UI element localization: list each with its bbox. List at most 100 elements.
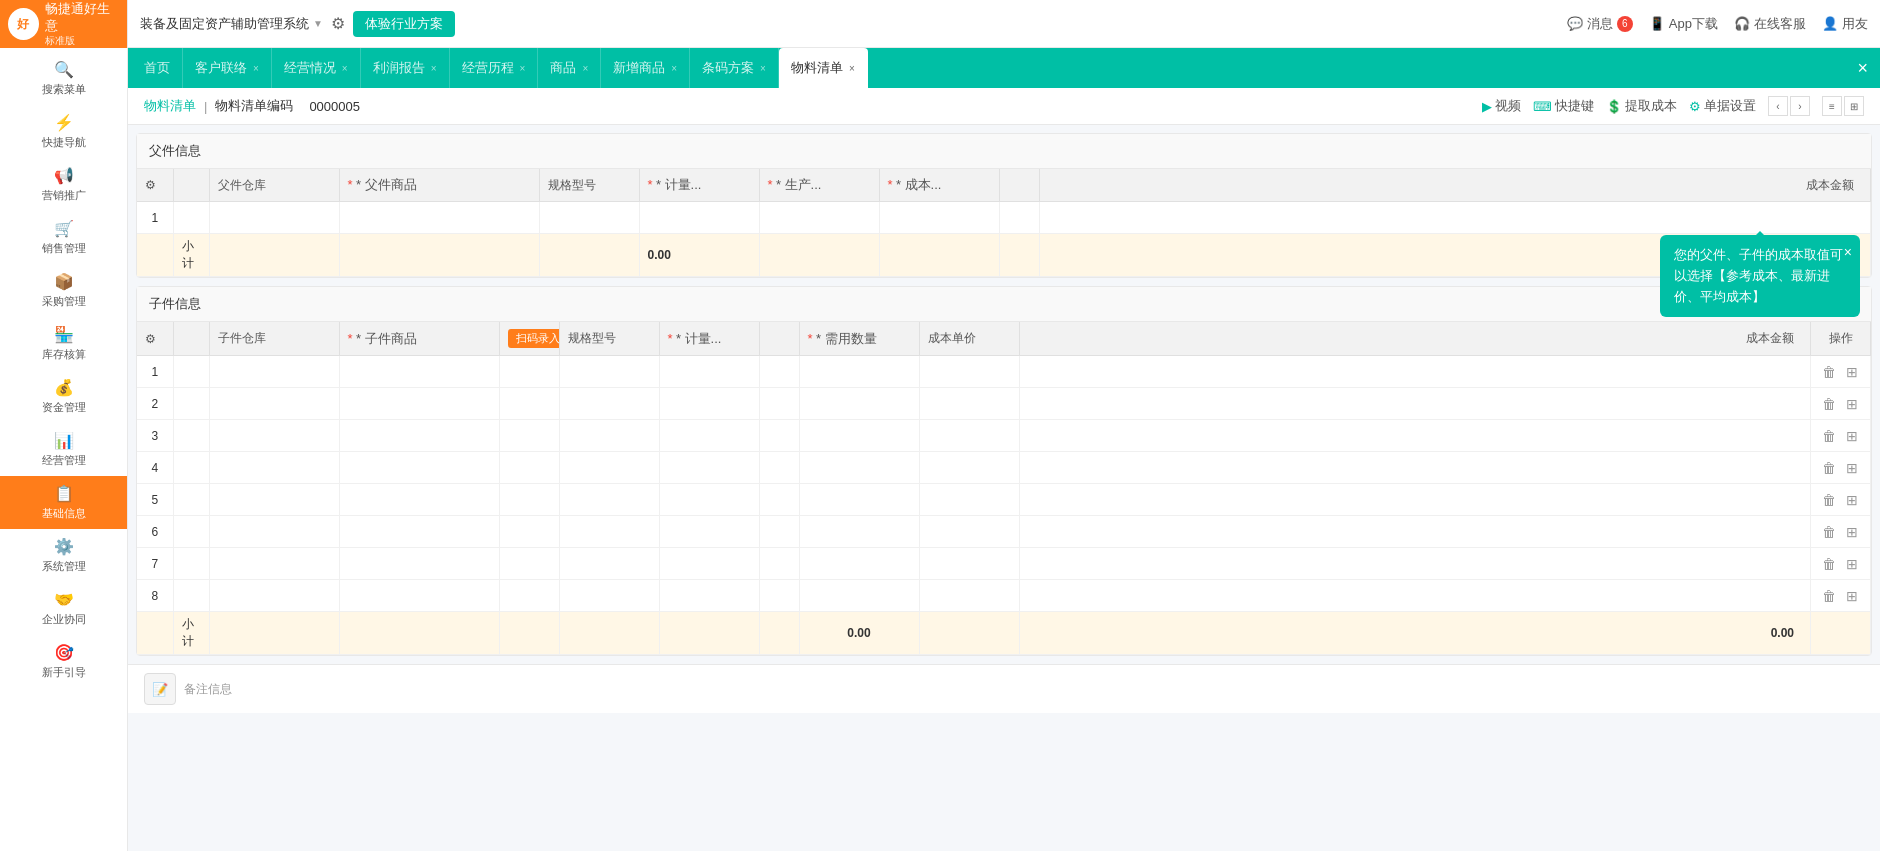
close-all-tabs[interactable]: × (1849, 58, 1876, 79)
list-view-btn[interactable]: ≡ (1822, 96, 1842, 116)
child-row-1-qty[interactable] (799, 356, 919, 388)
system-title[interactable]: 装备及固定资产辅助管理系统 ▼ (140, 15, 323, 33)
parent-subtotal-unit: 0.00 (639, 234, 759, 277)
sidebar-item-purchase[interactable]: 📦 采购管理 (0, 264, 127, 317)
sidebar-item-guide[interactable]: 🎯 新手引导 (0, 635, 127, 688)
copy-row-2-btn[interactable]: ⊞ (1843, 394, 1863, 414)
user-action[interactable]: 👤 用友 (1822, 15, 1868, 33)
copy-row-4-btn[interactable]: ⊞ (1843, 458, 1863, 478)
child-row-1-unit[interactable] (659, 356, 759, 388)
parent-col-warehouse: 父件仓库 (209, 169, 339, 202)
delete-row-8-btn[interactable]: 🗑 (1819, 586, 1839, 606)
grid-view-btn[interactable]: ⊞ (1844, 96, 1864, 116)
child-row-2-num: 2 (137, 388, 173, 420)
delete-row-4-btn[interactable]: 🗑 (1819, 458, 1839, 478)
tab-close-operation-history[interactable]: × (520, 63, 526, 74)
parent-col-goods: * * 父件商品 (339, 169, 539, 202)
tab-close-operation-status[interactable]: × (342, 63, 348, 74)
online-service-action[interactable]: 🎧 在线客服 (1734, 15, 1806, 33)
tooltip-close-btn[interactable]: × (1844, 241, 1852, 263)
sidebar-item-quicknav[interactable]: ⚡ 快捷导航 (0, 105, 127, 158)
delete-row-3-btn[interactable]: 🗑 (1819, 426, 1839, 446)
sidebar-item-enterprise[interactable]: 🤝 企业协同 (0, 582, 127, 635)
delete-row-1-btn[interactable]: 🗑 (1819, 362, 1839, 382)
prev-arrow[interactable]: ‹ (1768, 96, 1788, 116)
breadcrumb-link[interactable]: 物料清单 (144, 97, 196, 115)
shortcut-btn[interactable]: ⌨ 快捷键 (1533, 97, 1594, 115)
operation-icon: 📊 (54, 431, 74, 450)
gear-button[interactable]: ⚙ (331, 14, 345, 33)
app-download-action[interactable]: 📱 App下载 (1649, 15, 1718, 33)
sidebar-item-finance[interactable]: 💰 资金管理 (0, 370, 127, 423)
parent-cell-produce[interactable] (759, 202, 879, 234)
parent-subtotal-label2: 小计 (173, 234, 209, 277)
sidebar-item-operation[interactable]: 📊 经营管理 (0, 423, 127, 476)
tab-material-list[interactable]: 物料清单 × (779, 48, 868, 88)
experience-btn[interactable]: 体验行业方案 (353, 11, 455, 37)
tab-operation-status[interactable]: 经营情况 × (272, 48, 361, 88)
parent-col-unit: * * 计量... (639, 169, 759, 202)
scan-input-btn[interactable]: 扫码录入 (508, 329, 560, 348)
parent-col-spacer (999, 169, 1039, 202)
tab-goods[interactable]: 商品 × (538, 48, 601, 88)
tab-close-customers[interactable]: × (253, 63, 259, 74)
notes-icon: 📝 (152, 682, 168, 697)
tab-barcode[interactable]: 条码方案 × (690, 48, 779, 88)
delete-row-2-btn[interactable]: 🗑 (1819, 394, 1839, 414)
tab-close-profit-report[interactable]: × (431, 63, 437, 74)
child-row-1-spec[interactable] (559, 356, 659, 388)
breadcrumb-code-value: 0000005 (309, 99, 360, 114)
copy-row-1-btn[interactable]: ⊞ (1843, 362, 1863, 382)
copy-row-6-btn[interactable]: ⊞ (1843, 522, 1863, 542)
copy-row-5-btn[interactable]: ⊞ (1843, 490, 1863, 510)
tab-close-barcode[interactable]: × (760, 63, 766, 74)
next-arrow[interactable]: › (1790, 96, 1810, 116)
tab-close-material-list[interactable]: × (849, 63, 855, 74)
tab-new-goods[interactable]: 新增商品 × (601, 48, 690, 88)
child-row-1-goods[interactable] (339, 356, 499, 388)
copy-row-8-btn[interactable]: ⊞ (1843, 586, 1863, 606)
copy-row-7-btn[interactable]: ⊞ (1843, 554, 1863, 574)
delete-row-5-btn[interactable]: 🗑 (1819, 490, 1839, 510)
headset-icon: 🎧 (1734, 16, 1750, 31)
child-col-settings[interactable]: ⚙ (137, 322, 173, 356)
tab-operation-history[interactable]: 经营历程 × (450, 48, 539, 88)
parent-cell-unit[interactable] (639, 202, 759, 234)
delete-row-7-btn[interactable]: 🗑 (1819, 554, 1839, 574)
parent-cell-spec[interactable] (539, 202, 639, 234)
extract-cost-btn[interactable]: 💲 提取成本 (1606, 97, 1677, 115)
sidebar-item-basic[interactable]: 📋 基础信息 (0, 476, 127, 529)
child-col-goods: * * 子件商品 (339, 322, 499, 356)
parent-col-settings[interactable]: ⚙ (137, 169, 173, 202)
sidebar-item-sales[interactable]: 🛒 销售管理 (0, 211, 127, 264)
parent-cell-goods[interactable] (339, 202, 539, 234)
tab-close-new-goods[interactable]: × (671, 63, 677, 74)
tab-profit-report[interactable]: 利润报告 × (361, 48, 450, 88)
bottom-notes-btn[interactable]: 📝 (144, 673, 176, 705)
tab-home[interactable]: 首页 (132, 48, 183, 88)
child-row-1-warehouse[interactable] (209, 356, 339, 388)
parent-cell-cost-amount (1039, 202, 1871, 234)
parent-section: 父件信息 ⚙ 父 (136, 133, 1872, 278)
delete-row-6-btn[interactable]: 🗑 (1819, 522, 1839, 542)
single-settings-btn[interactable]: ⚙ 单据设置 (1689, 97, 1756, 115)
parent-cell-warehouse[interactable] (209, 202, 339, 234)
sidebar-item-marketing[interactable]: 📢 营销推广 (0, 158, 127, 211)
parent-subtotal-row: 小计 0.00 0.00 (137, 234, 1871, 277)
tab-close-goods[interactable]: × (582, 63, 588, 74)
sidebar-item-search[interactable]: 🔍 搜索菜单 (0, 52, 127, 105)
message-action[interactable]: 💬 消息 6 (1567, 15, 1633, 33)
tab-customers[interactable]: 客户联络 × (183, 48, 272, 88)
table-row: 6 🗑⊞ (137, 516, 1871, 548)
video-btn[interactable]: ▶ 视频 (1482, 97, 1521, 115)
sidebar: 好 畅捷通好生意 标准版 🔍 搜索菜单 ⚡ 快捷导航 📢 营销推广 🛒 销售管理… (0, 0, 128, 851)
child-row-1-unit-cost[interactable] (919, 356, 1019, 388)
sidebar-item-system[interactable]: ⚙️ 系统管理 (0, 529, 127, 582)
parent-subtotal-c6 (999, 234, 1039, 277)
sidebar-item-inventory[interactable]: 🏪 库存核算 (0, 317, 127, 370)
parent-subtotal-label (137, 234, 173, 277)
parent-cell-cost[interactable] (879, 202, 999, 234)
table-row: 2 🗑⊞ (137, 388, 1871, 420)
copy-row-3-btn[interactable]: ⊞ (1843, 426, 1863, 446)
table-row: 5 🗑⊞ (137, 484, 1871, 516)
